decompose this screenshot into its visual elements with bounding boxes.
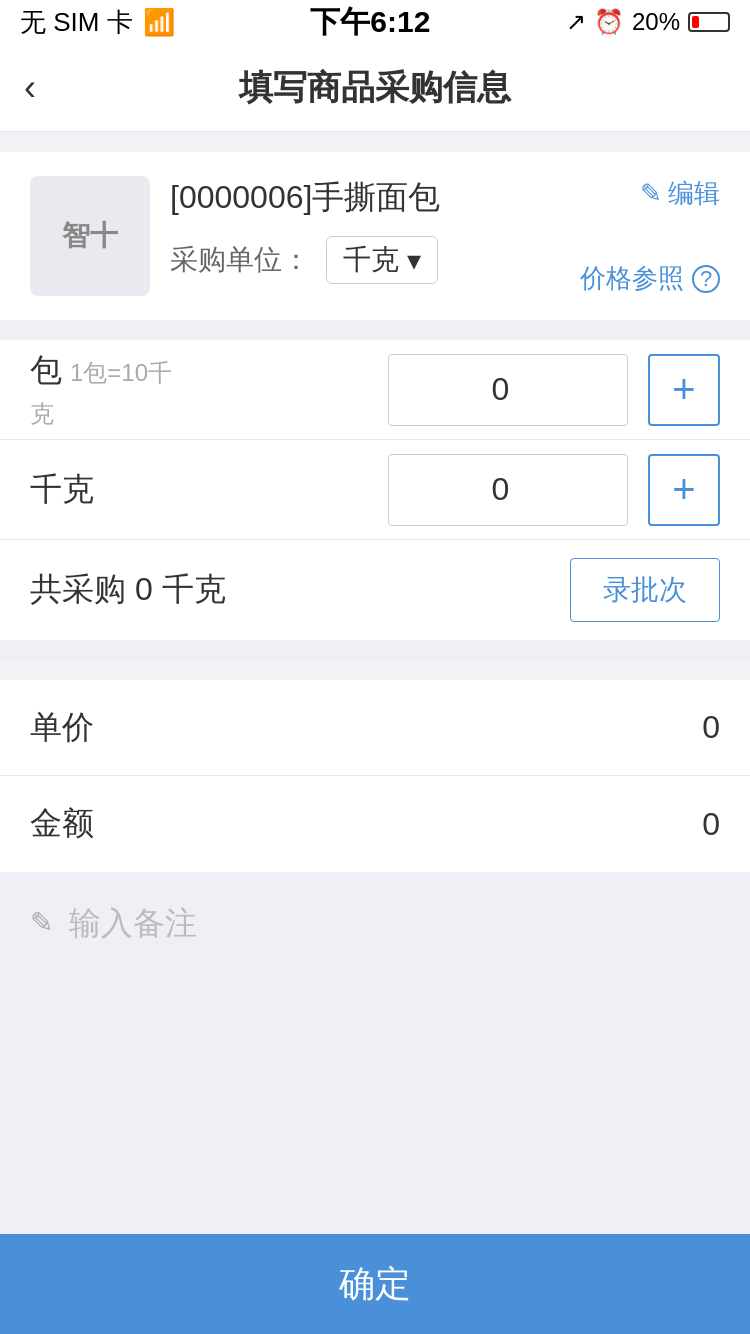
price-section: 单价 0 金额 0 [0, 680, 750, 872]
wifi-icon: 📶 [143, 7, 175, 38]
input-row-kg: 千克 + [0, 440, 750, 540]
status-right: ↗ ⏰ 20% [566, 8, 730, 36]
input-label-bag: 包1包=10千克 [30, 349, 190, 430]
price-ref-label: 价格参照 [580, 261, 684, 296]
back-button[interactable]: ‹ [24, 67, 36, 109]
unit-dropdown[interactable]: 千克 ▾ [326, 236, 438, 284]
bag-plus-button[interactable]: + [648, 354, 720, 426]
product-card: 智十 [0000006]手撕面包 采购单位： 千克 ▾ ✎ 编辑 价格参照 ? [0, 152, 750, 320]
section-divider-1 [0, 320, 750, 340]
unit-price-value: 0 [702, 709, 720, 746]
price-unit-row: 单价 0 [0, 680, 750, 776]
kg-plus-button[interactable]: + [648, 454, 720, 526]
pencil-icon: ✎ [30, 906, 53, 939]
edit-button[interactable]: ✎ 编辑 [640, 176, 720, 211]
amount-label: 金额 [30, 802, 94, 846]
dropdown-arrow-icon: ▾ [407, 244, 421, 277]
confirm-button[interactable]: 确定 [0, 1234, 750, 1334]
kg-quantity-input[interactable] [388, 454, 628, 526]
summary-text: 共采购 0 千克 [30, 568, 226, 612]
unit-price-label: 单价 [30, 706, 94, 750]
location-icon: ↗ [566, 8, 586, 36]
input-label-kg: 千克 [30, 468, 190, 512]
input-field-wrap-kg: + [190, 454, 720, 526]
carrier-label: 无 SIM 卡 [20, 5, 133, 40]
unit-value: 千克 [343, 241, 399, 279]
product-name: [0000006]手撕面包 [170, 176, 720, 220]
battery-percent: 20% [632, 8, 680, 36]
alarm-icon: ⏰ [594, 8, 624, 36]
remark-section[interactable]: ✎ 输入备注 [0, 872, 750, 992]
status-bar: 无 SIM 卡 📶 下午6:12 ↗ ⏰ 20% [0, 0, 750, 44]
status-time: 下午6:12 [310, 2, 430, 43]
edit-label: 编辑 [668, 176, 720, 211]
edit-icon: ✎ [640, 178, 662, 209]
summary-row: 共采购 0 千克 录批次 [0, 540, 750, 640]
input-row-bag: 包1包=10千克 + [0, 340, 750, 440]
product-image: 智十 [30, 176, 150, 296]
battery-icon [688, 12, 730, 32]
unit-label: 采购单位： [170, 241, 310, 279]
input-section: 包1包=10千克 + 千克 + [0, 340, 750, 540]
status-left: 无 SIM 卡 📶 [20, 5, 175, 40]
price-amount-row: 金额 0 [0, 776, 750, 872]
section-divider-2 [0, 640, 750, 660]
page-title: 填写商品采购信息 [239, 65, 511, 111]
price-ref-button[interactable]: 价格参照 ? [580, 261, 720, 296]
amount-value: 0 [702, 806, 720, 843]
bag-quantity-input[interactable] [388, 354, 628, 426]
price-ref-icon: ? [692, 265, 720, 293]
remark-input[interactable]: 输入备注 [69, 902, 197, 946]
product-image-label: 智十 [62, 219, 118, 253]
nav-bar: ‹ 填写商品采购信息 [0, 44, 750, 132]
record-batch-button[interactable]: 录批次 [570, 558, 720, 622]
input-field-wrap-bag: + [190, 354, 720, 426]
